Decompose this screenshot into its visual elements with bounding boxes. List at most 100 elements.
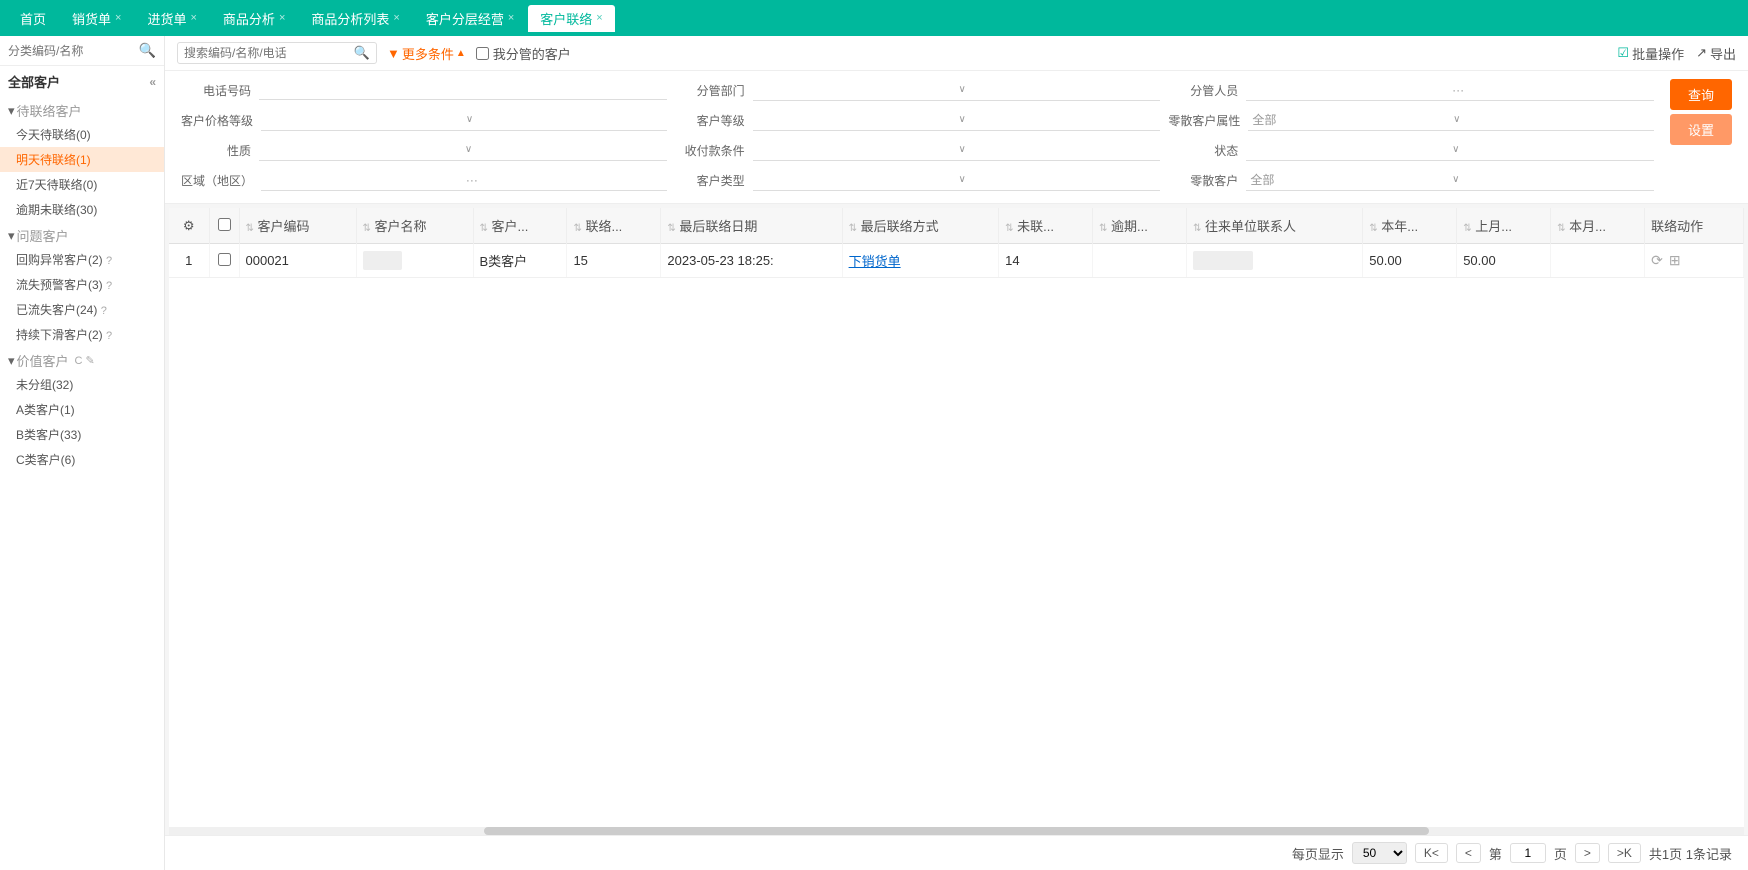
refresh-icon[interactable]: ⟳ [1651,252,1663,269]
filter-person: 分管人员 ··· [1168,79,1654,101]
col-customer-name[interactable]: ⇅ 客户名称 [356,208,473,244]
filter-customer-type: 客户类型 ∨ [675,169,1161,191]
set-btn[interactable]: 设置 [1670,114,1732,145]
status-select[interactable]: ∨ [1246,139,1654,161]
page-label: 第 [1489,844,1502,863]
sidebar-item-churn-warning[interactable]: 流失预警客户(3) ? [0,272,164,297]
nav-sales-order[interactable]: 销货单 × [60,5,133,32]
col-year-amount[interactable]: ⇅ 本年... [1363,208,1457,244]
col-customer-code[interactable]: ⇅ 客户编码 [239,208,356,244]
filter-payment: 收付款条件 ∨ [675,139,1161,161]
select-all-checkbox[interactable] [218,218,231,231]
nature-select[interactable]: ∨ [259,139,667,161]
col-last-month[interactable]: ⇅ 上月... [1457,208,1551,244]
query-btn[interactable]: 查询 [1670,79,1732,110]
customer-level-select[interactable]: ∨ [753,109,1161,131]
sidebar-item-class-c[interactable]: C类客户(6) [0,447,164,472]
col-last-method[interactable]: ⇅ 最后联络方式 [842,208,999,244]
grid-icon[interactable]: ⊞ [1669,252,1681,269]
last-date-cell: 2023-05-23 18:25: [661,244,842,278]
dept-select[interactable]: ∨ [753,79,1161,101]
nav-home[interactable]: 首页 [8,5,58,32]
sidebar-item-repurchase-abnormal[interactable]: 回购异常客户(2) ? [0,247,164,272]
sidebar-item-today[interactable]: 今天待联络(0) [0,122,164,147]
col-overdue[interactable]: ⇅ 逾期... [1093,208,1187,244]
search-icon[interactable]: 🔍 [139,42,156,59]
col-gear[interactable]: ⚙ [169,208,209,244]
customer-code: 000021 [239,244,356,278]
price-level-select[interactable]: ∨ [261,109,667,131]
sidebar-all-customers[interactable]: 全部客户 « [0,66,164,97]
nav-customer-tier[interactable]: 客户分层经营 × [414,5,526,32]
payment-select[interactable]: ∨ [753,139,1161,161]
col-check[interactable] [209,208,239,244]
top-nav: 首页 销货单 × 进货单 × 商品分析 × 商品分析列表 × 客户分层经营 × … [0,0,1748,36]
nav-customer-contact[interactable]: 客户联络 × [528,5,614,32]
collapse-icon[interactable]: « [149,75,156,89]
first-page-btn[interactable]: K< [1415,843,1448,863]
nav-product-analysis[interactable]: 商品分析 × [211,5,297,32]
filter-panel: 电话号码 分管部门 ∨ 分管人员 [165,71,1748,204]
contact-person-cell [1187,244,1363,278]
last-method-cell[interactable]: 下销货单 [842,244,999,278]
sidebar-item-declining[interactable]: 持续下滑客户(2) ? [0,322,164,347]
last-page-btn[interactable]: >K [1608,843,1641,863]
toolbar-right: ☑ 批量操作 ↗ 导出 [1617,44,1736,63]
export-btn[interactable]: ↗ 导出 [1696,44,1736,63]
col-uncontacted[interactable]: ⇅ 未联... [999,208,1093,244]
col-last-date[interactable]: ⇅ 最后联络日期 [661,208,842,244]
sidebar-item-ungrouped[interactable]: 未分组(32) [0,372,164,397]
col-contact-count[interactable]: ⇅ 联络... [567,208,661,244]
action-cell: ⟳ ⊞ [1645,244,1744,278]
region-select[interactable]: ··· [261,169,667,191]
page-unit: 页 [1554,844,1567,863]
more-conditions-btn[interactable]: ▼ 更多条件 ▲ [387,44,466,63]
main-search-box: 🔍 [177,42,377,64]
phone-input[interactable] [259,81,667,100]
close-icon[interactable]: × [115,12,121,24]
sidebar-item-churned[interactable]: 已流失客户(24) ? [0,297,164,322]
main-search-input[interactable] [184,46,350,60]
sidebar-item-class-b[interactable]: B类客户(33) [0,422,164,447]
close-icon[interactable]: × [190,12,196,24]
close-icon[interactable]: × [596,12,602,24]
horizontal-scrollbar[interactable] [169,827,1744,835]
scrollbar-thumb[interactable] [484,827,1429,835]
overdue-cell [1093,244,1187,278]
col-this-month[interactable]: ⇅ 本月... [1551,208,1645,244]
close-icon[interactable]: × [393,12,399,24]
sidebar-item-tomorrow[interactable]: 明天待联络(1) [0,147,164,172]
filter-row-4: 区域（地区） ··· 客户类型 ∨ [181,169,1654,191]
this-month-cell [1551,244,1645,278]
next-page-btn[interactable]: > [1575,843,1600,863]
sidebar-item-class-a[interactable]: A类客户(1) [0,397,164,422]
sidebar-item-7days[interactable]: 近7天待联络(0) [0,172,164,197]
customer-type-select[interactable]: ∨ [753,169,1161,191]
col-customer-type[interactable]: ⇅ 客户... [473,208,567,244]
contact-count-cell: 15 [567,244,661,278]
row-check[interactable] [209,244,239,278]
prev-page-btn[interactable]: < [1456,843,1481,863]
retail-customer-select[interactable]: 全部 ∨ [1246,169,1654,191]
search-icon[interactable]: 🔍 [354,45,370,61]
table-row: 1 000021 B类客户 15 2023-05-23 18:25: 下销货单 … [169,244,1744,278]
close-icon[interactable]: × [508,12,514,24]
filter-customer-level: 客户等级 ∨ [675,109,1161,131]
my-customers-check[interactable]: 我分管的客户 [476,44,571,63]
person-select[interactable]: ··· [1246,79,1654,101]
filter-nature: 性质 ∨ [181,139,667,161]
nav-product-analysis-list[interactable]: 商品分析列表 × [299,5,411,32]
bulk-op-btn[interactable]: ☑ 批量操作 [1617,44,1684,63]
nav-purchase-order[interactable]: 进货单 × [135,5,208,32]
page-number-input[interactable] [1510,843,1546,863]
sidebar-item-overdue[interactable]: 逾期未联络(30) [0,197,164,222]
close-icon[interactable]: × [279,12,285,24]
my-customers-checkbox[interactable] [476,47,489,60]
retail-attr-select[interactable]: 全部 ∨ [1248,109,1654,131]
uncontacted-cell: 14 [999,244,1093,278]
col-contact-person[interactable]: ⇅ 往来单位联系人 [1187,208,1363,244]
filter-bar: 🔍 ▼ 更多条件 ▲ 我分管的客户 ☑ 批量操作 ↗ 导出 [165,36,1748,71]
sidebar-search-input[interactable] [8,44,135,58]
last-month-cell: 50.00 [1457,244,1551,278]
per-page-select[interactable]: 50 20 100 [1352,842,1407,864]
